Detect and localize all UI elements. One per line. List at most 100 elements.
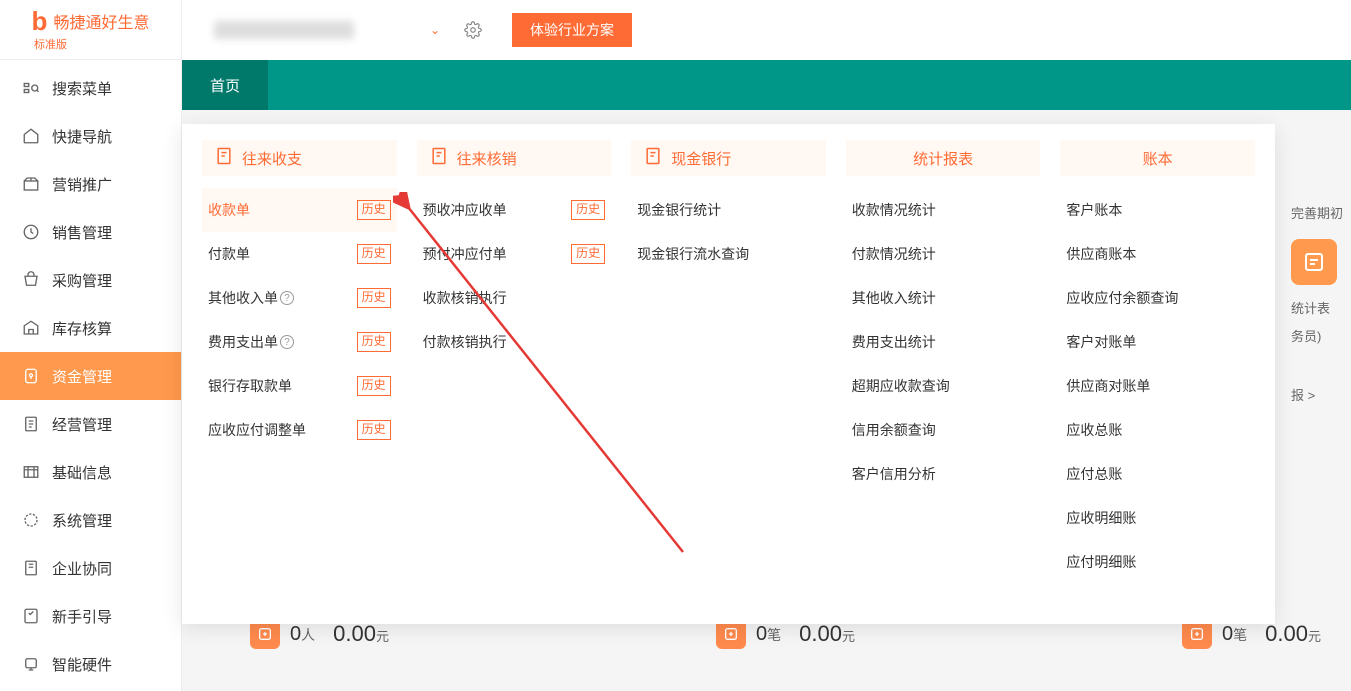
- sidebar-item-label: 基础信息: [52, 462, 112, 483]
- history-badge[interactable]: 历史: [357, 332, 391, 352]
- mega-col-3: 统计报表收款情况统计付款情况统计其他收入统计费用支出统计超期应收款查询信用余额查…: [846, 140, 1041, 584]
- sidebar-item-fund-mgmt[interactable]: 资金管理: [0, 352, 181, 400]
- mega-item[interactable]: 客户信用分析: [846, 452, 1041, 496]
- sidebar-item-onboarding[interactable]: 新手引导: [0, 592, 181, 640]
- mega-item-label: 费用支出统计: [852, 332, 936, 352]
- mega-item-label: 客户对账单: [1066, 332, 1136, 352]
- basic-info-icon: [22, 463, 40, 481]
- mega-item-label: 应收应付调整单: [208, 420, 306, 440]
- mega-item-label: 预收冲应收单: [423, 200, 507, 220]
- purchase-icon: [22, 271, 40, 289]
- mega-item[interactable]: 现金银行流水查询: [631, 232, 826, 276]
- sidebar-item-label: 资金管理: [52, 366, 112, 387]
- stat-currency: 元: [842, 629, 855, 644]
- mega-col-title: 往来核销: [457, 148, 517, 169]
- quick-nav-icon: [22, 127, 40, 145]
- mega-col-1: 往来核销预收冲应收单历史预付冲应付单历史收款核销执行付款核销执行: [417, 140, 612, 584]
- mega-item[interactable]: 应收总账: [1060, 408, 1255, 452]
- mega-item[interactable]: 供应商账本: [1060, 232, 1255, 276]
- inventory-icon: [22, 319, 40, 337]
- sidebar-item-operations[interactable]: 经营管理: [0, 400, 181, 448]
- history-badge[interactable]: 历史: [357, 244, 391, 264]
- stat-currency: 元: [1308, 629, 1321, 644]
- sidebar: b 畅捷通好生意 标准版 搜索菜单快捷导航营销推广销售管理采购管理库存核算资金管…: [0, 0, 182, 691]
- sidebar-item-label: 营销推广: [52, 174, 112, 195]
- sidebar-item-enterprise-collab[interactable]: 企业协同: [0, 544, 181, 592]
- mega-item-label: 付款情况统计: [852, 244, 936, 264]
- sidebar-item-basic-info[interactable]: 基础信息: [0, 448, 181, 496]
- mega-item[interactable]: 超期应收款查询: [846, 364, 1041, 408]
- history-badge[interactable]: 历史: [357, 200, 391, 220]
- sidebar-item-sales[interactable]: 销售管理: [0, 208, 181, 256]
- mega-item-label: 客户账本: [1066, 200, 1122, 220]
- mega-item[interactable]: 预付冲应付单历史: [417, 232, 612, 276]
- mega-item[interactable]: 付款核销执行: [417, 320, 612, 364]
- tab-home[interactable]: 首页: [182, 60, 268, 110]
- mega-item[interactable]: 应付总账: [1060, 452, 1255, 496]
- history-badge[interactable]: 历史: [357, 420, 391, 440]
- mega-item[interactable]: 客户对账单: [1060, 320, 1255, 364]
- sidebar-item-label: 采购管理: [52, 270, 112, 291]
- mega-item[interactable]: 应收明细账: [1060, 496, 1255, 540]
- sidebar-item-purchase[interactable]: 采购管理: [0, 256, 181, 304]
- mega-item[interactable]: 收款情况统计: [846, 188, 1041, 232]
- org-selector[interactable]: ⌄: [202, 13, 452, 47]
- tab-bar: 首页: [182, 60, 1351, 110]
- mega-item[interactable]: 信用余额查询: [846, 408, 1041, 452]
- mega-item[interactable]: 客户账本: [1060, 188, 1255, 232]
- onboarding-icon: [22, 607, 40, 625]
- stat-unit: 笔: [1233, 627, 1247, 643]
- mega-item-label: 现金银行统计: [637, 200, 721, 220]
- gear-icon[interactable]: [462, 19, 484, 41]
- mega-col-title: 账本: [1143, 148, 1173, 169]
- chevron-down-icon: ⌄: [430, 23, 440, 37]
- history-badge[interactable]: 历史: [571, 200, 605, 220]
- mega-item-label: 其他收入单?: [208, 288, 294, 308]
- smart-hardware-icon: [22, 655, 40, 673]
- clip-text[interactable]: 报 >: [1291, 382, 1351, 411]
- sidebar-item-search-menu[interactable]: 搜索菜单: [0, 64, 181, 112]
- clip-text: 完善期初: [1291, 200, 1351, 229]
- sidebar-item-smart-hardware[interactable]: 智能硬件: [0, 640, 181, 688]
- mega-item-label: 付款核销执行: [423, 332, 507, 352]
- mega-item-label: 收款单: [208, 200, 250, 220]
- mega-item[interactable]: 现金银行统计: [631, 188, 826, 232]
- mega-item-label: 超期应收款查询: [852, 376, 950, 396]
- mega-item-label: 付款单: [208, 244, 250, 264]
- mega-item[interactable]: 付款情况统计: [846, 232, 1041, 276]
- mega-item[interactable]: 费用支出统计: [846, 320, 1041, 364]
- logo-subtitle: 标准版: [34, 36, 67, 52]
- report-icon[interactable]: [1291, 239, 1337, 285]
- history-badge[interactable]: 历史: [357, 288, 391, 308]
- sidebar-item-label: 搜索菜单: [52, 78, 112, 99]
- mega-item[interactable]: 应收应付余额查询: [1060, 276, 1255, 320]
- sidebar-item-marketing[interactable]: 营销推广: [0, 160, 181, 208]
- mega-item[interactable]: 费用支出单? 历史: [202, 320, 397, 364]
- fund-mega-menu: 往来收支收款单历史付款单历史其他收入单?历史费用支出单?历史银行存取款单历史应收…: [182, 124, 1275, 624]
- sidebar-item-system[interactable]: 系统管理: [0, 496, 181, 544]
- mega-item[interactable]: 银行存取款单历史: [202, 364, 397, 408]
- history-badge[interactable]: 历史: [357, 376, 391, 396]
- stat-unit: 笔: [767, 627, 781, 643]
- org-name-blurred: [214, 21, 354, 39]
- mega-item[interactable]: 收款核销执行: [417, 276, 612, 320]
- sidebar-item-label: 企业协同: [52, 558, 112, 579]
- mega-item[interactable]: 其他收入统计: [846, 276, 1041, 320]
- mega-item[interactable]: 付款单 历史: [202, 232, 397, 276]
- mega-item-label: 费用支出单?: [208, 332, 294, 352]
- mega-item[interactable]: 应付明细账: [1060, 540, 1255, 584]
- sidebar-item-label: 销售管理: [52, 222, 112, 243]
- history-badge[interactable]: 历史: [571, 244, 605, 264]
- help-icon[interactable]: ?: [280, 291, 294, 305]
- mega-item-label: 应收明细账: [1066, 508, 1136, 528]
- mega-item[interactable]: 收款单 历史: [202, 188, 397, 232]
- mega-item[interactable]: 应收应付调整单 历史: [202, 408, 397, 452]
- sidebar-item-quick-nav[interactable]: 快捷导航: [0, 112, 181, 160]
- mega-item[interactable]: 其他收入单? 历史: [202, 276, 397, 320]
- mega-item[interactable]: 预收冲应收单 历史: [417, 188, 612, 232]
- help-icon[interactable]: ?: [280, 335, 294, 349]
- sidebar-item-inventory[interactable]: 库存核算: [0, 304, 181, 352]
- mega-col-header: 现金银行: [631, 140, 826, 176]
- mega-item[interactable]: 供应商对账单: [1060, 364, 1255, 408]
- industry-plan-button[interactable]: 体验行业方案: [512, 13, 632, 47]
